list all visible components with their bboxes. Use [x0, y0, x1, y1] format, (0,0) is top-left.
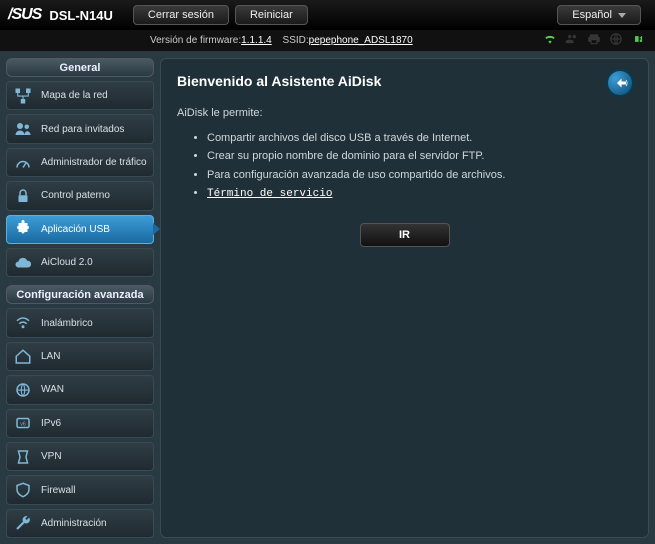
sidebar-item-label: Administración [41, 518, 107, 529]
sidebar-group-advanced: Configuración avanzada [6, 285, 154, 304]
sidebar-item-firewall[interactable]: Firewall [6, 475, 154, 504]
wrench-icon [13, 513, 33, 533]
network-map-icon [13, 86, 33, 106]
info-bar: Versión de firmware: 1.1.1.4 SSID: pepep… [0, 30, 655, 52]
list-item: Para configuración avanzada de uso compa… [207, 167, 632, 184]
sidebar-item-label: Control paterno [41, 190, 110, 201]
puzzle-icon [13, 219, 33, 239]
sidebar-item-label: Red para invitados [41, 124, 124, 135]
sidebar-item-label: Inalámbrico [41, 318, 93, 329]
status-icons [543, 32, 645, 49]
users-icon[interactable] [565, 32, 579, 49]
sidebar-item-network-map[interactable]: Mapa de la red [6, 81, 154, 110]
content-panel: Bienvenido al Asistente AiDisk AiDisk le… [160, 58, 649, 538]
sidebar-item-label: LAN [41, 351, 60, 362]
sidebar-item-traffic-manager[interactable]: Administrador de tráfico [6, 148, 154, 177]
sidebar-item-ipv6[interactable]: v6 IPv6 [6, 409, 154, 438]
sidebar-item-label: WAN [41, 384, 64, 395]
sidebar-item-label: Aplicación USB [41, 224, 110, 235]
vpn-icon [13, 447, 33, 467]
sidebar-item-aicloud[interactable]: AiCloud 2.0 [6, 248, 154, 277]
sidebar: General Mapa de la red Red para invitado… [6, 58, 154, 538]
list-item: Término de servicio [207, 185, 632, 203]
list-item: Compartir archivos del disco USB a travé… [207, 130, 632, 147]
firmware-label: Versión de firmware: [150, 35, 241, 46]
sidebar-item-label: VPN [41, 451, 62, 462]
feature-list: Compartir archivos del disco USB a travé… [207, 130, 632, 203]
wifi-icon[interactable] [543, 32, 557, 49]
tos-link[interactable]: Término de servicio [207, 188, 332, 200]
sidebar-item-label: Mapa de la red [41, 90, 108, 101]
page-title: Bienvenido al Asistente AiDisk [177, 73, 632, 89]
lock-icon [13, 186, 33, 206]
shield-icon [13, 480, 33, 500]
chevron-down-icon [618, 13, 626, 18]
sidebar-item-label: IPv6 [41, 418, 61, 429]
home-icon [13, 347, 33, 367]
back-arrow-icon [611, 74, 629, 92]
ipv6-icon: v6 [13, 413, 33, 433]
guest-icon [13, 119, 33, 139]
sidebar-item-wireless[interactable]: Inalámbrico [6, 308, 154, 337]
sidebar-item-wan[interactable]: WAN [6, 375, 154, 404]
reboot-button[interactable]: Reiniciar [235, 5, 308, 25]
sidebar-item-administration[interactable]: Administración [6, 509, 154, 538]
logout-button[interactable]: Cerrar sesión [133, 5, 229, 25]
globe-icon[interactable] [609, 32, 623, 49]
printer-icon[interactable] [587, 32, 601, 49]
sidebar-group-general: General [6, 58, 154, 77]
go-button[interactable]: IR [360, 223, 450, 247]
sidebar-item-guest-network[interactable]: Red para invitados [6, 114, 154, 143]
gauge-icon [13, 153, 33, 173]
firmware-version-link[interactable]: 1.1.1.4 [241, 35, 272, 46]
usb-icon[interactable] [631, 32, 645, 49]
list-item: Crear su propio nombre de dominio para e… [207, 148, 632, 165]
globe-icon [13, 380, 33, 400]
sidebar-item-parental-control[interactable]: Control paterno [6, 181, 154, 210]
model-name: DSL-N14U [49, 8, 113, 23]
sidebar-item-usb-application[interactable]: Aplicación USB [6, 215, 154, 244]
ssid-label: SSID: [283, 35, 309, 46]
sidebar-item-lan[interactable]: LAN [6, 342, 154, 371]
intro-text: AiDisk le permite: [177, 105, 632, 122]
brand-logo: /SUS [8, 6, 41, 24]
content-body: AiDisk le permite: Compartir archivos de… [177, 105, 632, 247]
sidebar-item-vpn[interactable]: VPN [6, 442, 154, 471]
ssid-link[interactable]: pepephone_ADSL1870 [309, 35, 413, 46]
cloud-icon [13, 253, 33, 273]
sidebar-item-label: Firewall [41, 485, 75, 496]
header-bar: /SUS DSL-N14U Cerrar sesión Reiniciar Es… [0, 0, 655, 30]
language-dropdown[interactable]: Español [557, 5, 641, 25]
sidebar-item-label: Administrador de tráfico [41, 157, 147, 168]
sidebar-item-label: AiCloud 2.0 [41, 257, 93, 268]
wireless-icon [13, 313, 33, 333]
language-label: Español [572, 9, 612, 21]
back-button[interactable] [606, 69, 634, 97]
svg-text:v6: v6 [20, 422, 26, 428]
